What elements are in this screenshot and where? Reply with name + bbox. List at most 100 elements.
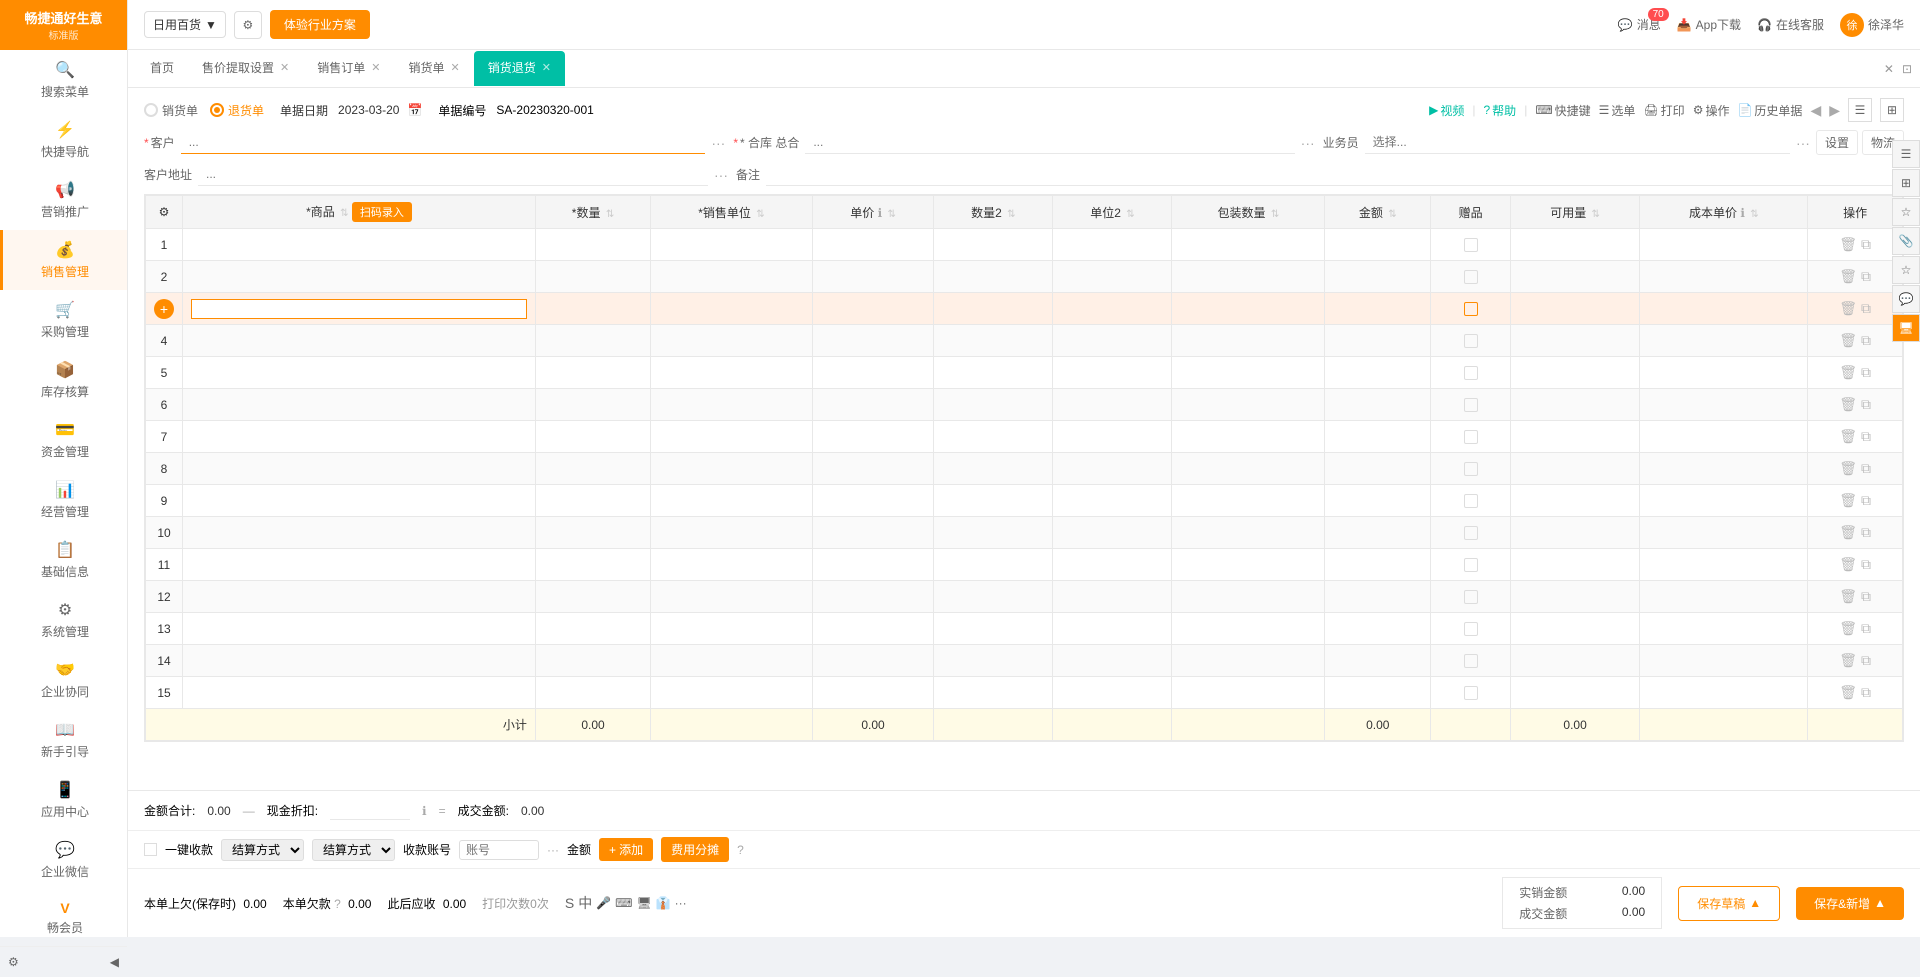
delete-icon[interactable]: 🗑: [1839, 268, 1857, 285]
tab-home[interactable]: 首页: [136, 51, 188, 86]
add-row-button[interactable]: +: [154, 299, 174, 319]
copy-icon[interactable]: ⧉: [1861, 428, 1871, 445]
next-icon[interactable]: ▶: [1829, 102, 1840, 119]
tab-sales-bill[interactable]: 销货单 ✕: [394, 51, 473, 86]
experience-btn[interactable]: 体验行业方案: [270, 10, 370, 39]
help-icon[interactable]: ?: [737, 843, 744, 857]
rp-btn-6[interactable]: 💬: [1892, 285, 1920, 313]
address-input[interactable]: [198, 163, 708, 186]
unit2-cell[interactable]: [1053, 229, 1172, 261]
rp-btn-3[interactable]: ☆: [1892, 198, 1920, 226]
sidebar-item-search[interactable]: 🔍 搜索菜单: [0, 50, 127, 110]
close-all-icon[interactable]: ✕: [1884, 62, 1894, 76]
sort-icon[interactable]: ⇅: [1271, 209, 1279, 220]
delete-icon[interactable]: 🗑: [1839, 364, 1857, 381]
print-link[interactable]: 🖨 打印: [1643, 102, 1684, 119]
sidebar-item-purchase[interactable]: 🛒 采购管理: [0, 290, 127, 350]
info-icon[interactable]: ℹ: [1740, 206, 1745, 220]
salesperson-more-icon[interactable]: ···: [1796, 135, 1810, 151]
delete-icon[interactable]: 🗑: [1839, 588, 1857, 605]
copy-icon[interactable]: ⧉: [1861, 460, 1871, 477]
industry-select[interactable]: 日用百货 ▼: [144, 11, 226, 38]
gear-icon[interactable]: ⚙: [159, 205, 170, 219]
product-cell[interactable]: [183, 229, 536, 261]
shortcut-link[interactable]: ⌨ 快捷键: [1535, 102, 1590, 119]
rp-btn-4[interactable]: 📎: [1892, 227, 1920, 255]
sort-icon[interactable]: ⇅: [1126, 209, 1134, 220]
available-cell[interactable]: [1510, 229, 1639, 261]
user-menu[interactable]: 徐 徐泽华: [1840, 13, 1904, 37]
qty2-cell[interactable]: [934, 293, 1053, 325]
settings-button[interactable]: ⚙: [234, 11, 262, 39]
delete-icon[interactable]: 🗑: [1839, 556, 1857, 573]
sidebar-item-sales[interactable]: 💰 销售管理: [0, 230, 127, 290]
sort-icon[interactable]: ⇅: [1592, 209, 1600, 220]
copy-icon[interactable]: ⧉: [1861, 332, 1871, 349]
qty2-cell[interactable]: [934, 261, 1053, 293]
sidebar-item-member[interactable]: V 畅会员: [0, 890, 127, 946]
sales-unit-cell[interactable]: [651, 229, 813, 261]
video-link[interactable]: ▶ 视频: [1429, 102, 1464, 119]
product-input[interactable]: [191, 299, 527, 319]
address-more-icon[interactable]: ···: [714, 167, 728, 183]
grid-view-icon[interactable]: ⊞: [1880, 98, 1904, 122]
product-cell[interactable]: [183, 261, 536, 293]
delete-icon[interactable]: 🗑: [1839, 524, 1857, 541]
cost-price-cell[interactable]: [1640, 293, 1808, 325]
save-draft-button[interactable]: 保存草稿 ▲: [1678, 886, 1780, 921]
calendar-icon[interactable]: 📅: [407, 103, 422, 117]
sidebar-item-marketing[interactable]: 📢 营销推广: [0, 170, 127, 230]
copy-icon[interactable]: ⧉: [1861, 684, 1871, 701]
copy-icon[interactable]: ⧉: [1861, 524, 1871, 541]
copy-icon[interactable]: ⧉: [1861, 652, 1871, 669]
close-icon[interactable]: ✕: [542, 61, 551, 74]
delete-icon[interactable]: 🗑: [1839, 652, 1857, 669]
fee-split-btn[interactable]: 费用分摊: [661, 837, 729, 862]
help-icon[interactable]: ?: [334, 897, 341, 911]
tab-price-extract[interactable]: 售价提取设置 ✕: [188, 51, 303, 86]
collapse-icon[interactable]: ◀: [110, 955, 119, 969]
operation-link[interactable]: ⚙ 操作: [1693, 102, 1730, 119]
info-icon[interactable]: ℹ: [878, 206, 883, 220]
qty-cell[interactable]: [535, 229, 650, 261]
more-icon[interactable]: ···: [675, 896, 687, 910]
warehouse-more-icon[interactable]: ···: [1301, 135, 1315, 151]
pack-qty-cell[interactable]: [1172, 293, 1325, 325]
copy-icon[interactable]: ⧉: [1861, 588, 1871, 605]
unit2-cell[interactable]: [1053, 261, 1172, 293]
sidebar-item-quicknav[interactable]: ⚡ 快捷导航: [0, 110, 127, 170]
close-icon[interactable]: ✕: [371, 61, 380, 74]
settlement-select[interactable]: 结算方式: [221, 839, 304, 861]
close-icon[interactable]: ✕: [451, 61, 460, 74]
copy-icon[interactable]: ⧉: [1861, 364, 1871, 381]
delete-icon[interactable]: 🗑: [1839, 492, 1857, 509]
message-btn[interactable]: 💬 消息 70: [1618, 16, 1661, 33]
sidebar-item-wechat[interactable]: 💬 企业微信: [0, 830, 127, 890]
available-cell[interactable]: [1510, 293, 1639, 325]
rp-btn-5[interactable]: ☆: [1892, 256, 1920, 284]
sort-icon[interactable]: ⇅: [606, 209, 614, 220]
keyboard-icon[interactable]: ⌨: [615, 896, 632, 910]
sidebar-item-guide[interactable]: 📖 新手引导: [0, 710, 127, 770]
info-icon[interactable]: ℹ: [422, 804, 427, 818]
rp-btn-7[interactable]: 🖥: [1892, 314, 1920, 342]
sidebar-item-management[interactable]: 📊 经营管理: [0, 470, 127, 530]
unit2-cell[interactable]: [1053, 293, 1172, 325]
copy-icon[interactable]: ⧉: [1861, 492, 1871, 509]
sort-icon[interactable]: ⇅: [340, 208, 348, 219]
select-link[interactable]: ☰ 选单: [1599, 102, 1636, 119]
unit-price-cell[interactable]: [812, 229, 933, 261]
copy-icon[interactable]: ⧉: [1861, 300, 1871, 317]
cost-price-cell[interactable]: [1640, 229, 1808, 261]
maximize-icon[interactable]: ⊡: [1902, 62, 1912, 76]
copy-icon[interactable]: ⧉: [1861, 556, 1871, 573]
delete-icon[interactable]: 🗑: [1839, 332, 1857, 349]
radio-sales-bill[interactable]: 销货单: [144, 102, 198, 119]
copy-icon[interactable]: ⧉: [1861, 236, 1871, 253]
one-key-checkbox[interactable]: [144, 843, 157, 856]
qty-cell[interactable]: [535, 261, 650, 293]
sidebar-item-basics[interactable]: 📋 基础信息: [0, 530, 127, 590]
mic-icon[interactable]: 🎤: [596, 896, 611, 910]
history-link[interactable]: 📄 历史单据: [1737, 102, 1802, 119]
copy-icon[interactable]: ⧉: [1861, 268, 1871, 285]
